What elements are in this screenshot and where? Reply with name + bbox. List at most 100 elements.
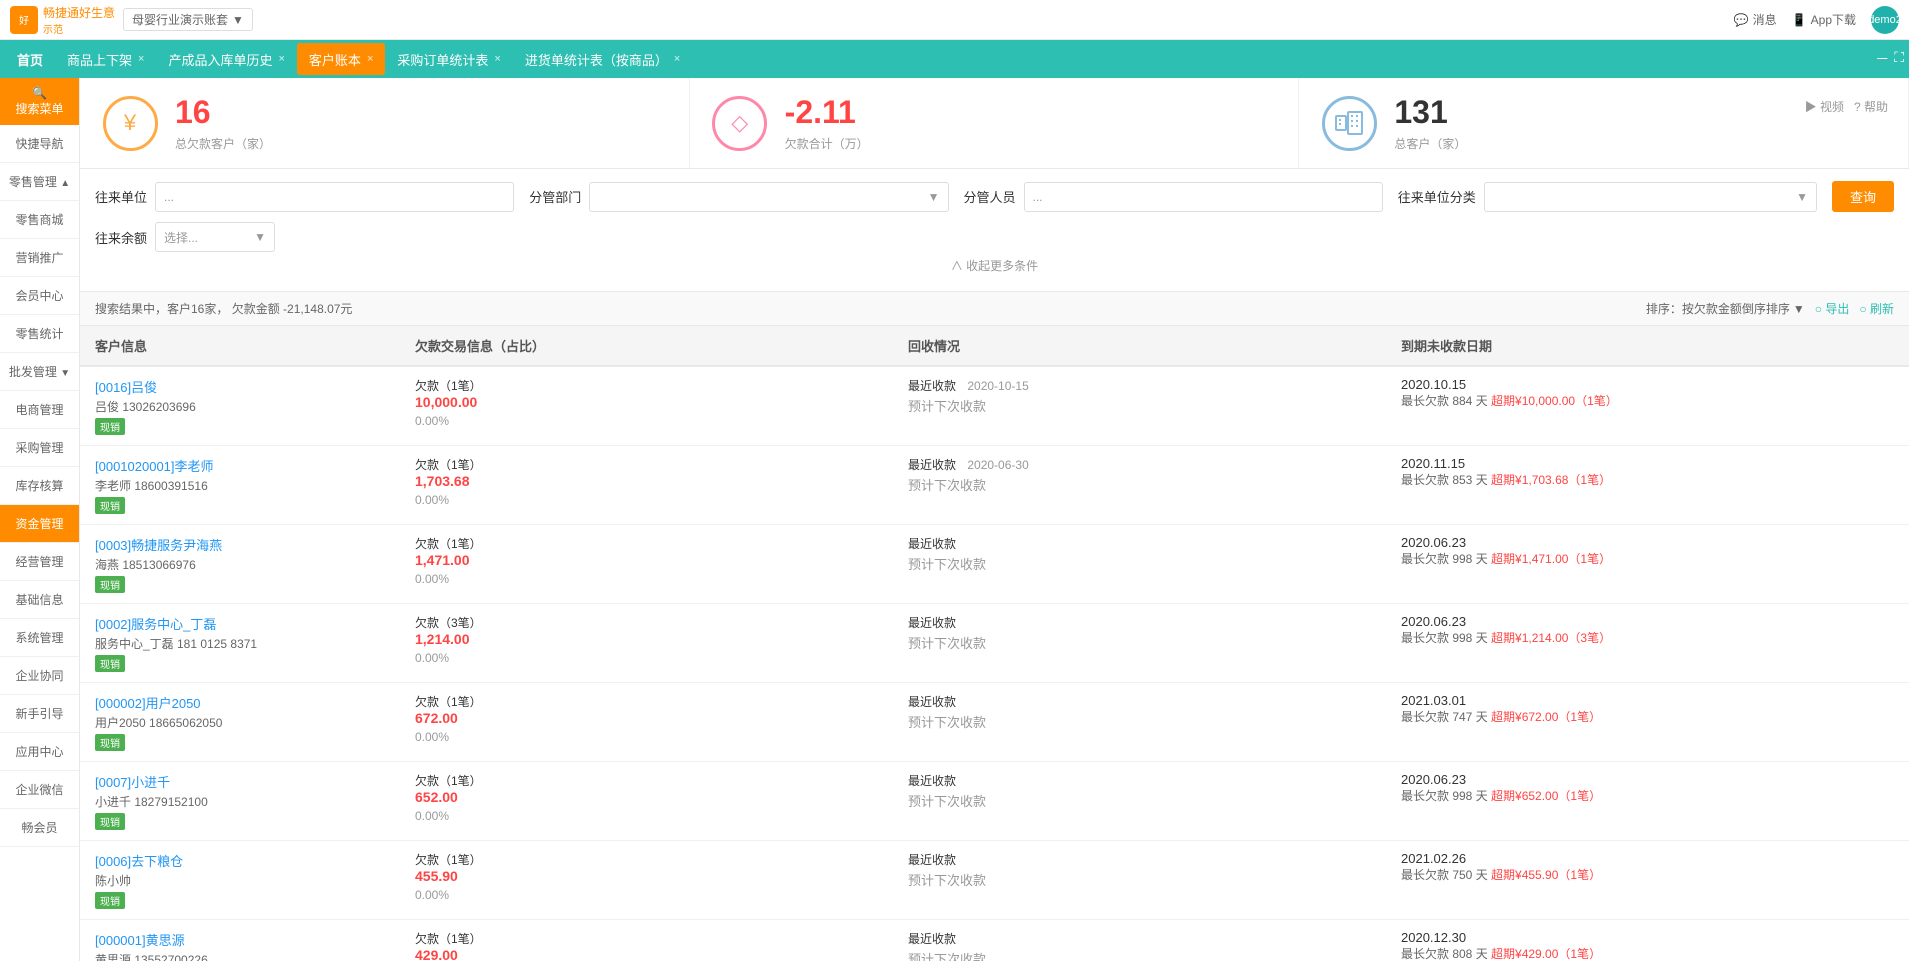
overdue-amount[interactable]: 超期¥10,000.00（1笔）: [1491, 394, 1618, 408]
store-selector[interactable]: 母婴行业演示账套 ▼: [123, 8, 253, 31]
close-icon[interactable]: ×: [494, 53, 500, 65]
table-container: 客户信息 欠款交易信息（占比） 回收情况 到期未收款日期 [0016]吕俊 吕俊…: [80, 326, 1909, 961]
chevron-down-icon: ▼: [1796, 190, 1808, 204]
avatar[interactable]: demo2: [1871, 6, 1899, 34]
sidebar-item-app-center[interactable]: 应用中心: [0, 733, 79, 771]
sidebar-item-base-info[interactable]: 基础信息: [0, 581, 79, 619]
collection-next: 预计下次收款: [908, 949, 1401, 961]
tab-purchase[interactable]: 采购订单统计表 ×: [385, 43, 512, 75]
sidebar-item-finance[interactable]: 资金管理: [0, 505, 79, 543]
debt-count: 欠款（1笔）: [415, 456, 908, 473]
stat-value-customers: 131: [1394, 94, 1466, 131]
refresh-button[interactable]: ○ 刷新: [1859, 300, 1894, 317]
overdue-days: 最长欠款 884 天 超期¥10,000.00（1笔）: [1401, 392, 1894, 409]
help-label: 帮助: [1864, 100, 1888, 114]
overdue-amount[interactable]: 超期¥1,214.00（3笔）: [1491, 631, 1611, 645]
sidebar-item-quick-nav[interactable]: 快捷导航: [0, 125, 79, 163]
sidebar-search[interactable]: 🔍 搜索菜单: [0, 78, 79, 125]
export-button[interactable]: ○ 导出: [1815, 300, 1850, 317]
collection-label: 最近收款: [908, 774, 956, 788]
customer-name[interactable]: [0002]服务中心_丁磊: [95, 614, 415, 633]
sidebar-item-system[interactable]: 系统管理: [0, 619, 79, 657]
table-row: [0006]去下粮仓 陈小帅 现销 欠款（1笔） 455.90 0.00% 最近…: [80, 841, 1909, 920]
sidebar-item-batch-mgmt[interactable]: 批发管理 ▼: [0, 353, 79, 391]
unit-type-select[interactable]: ▼: [1484, 182, 1817, 212]
overdue-amount[interactable]: 超期¥1,703.68（1笔）: [1491, 473, 1611, 487]
source-unit-input[interactable]: ...: [155, 182, 514, 212]
download-icon: 📱: [1792, 13, 1807, 27]
customer-name[interactable]: [0007]小进千: [95, 772, 415, 791]
debt-amount: 1,471.00: [415, 552, 908, 568]
customer-name[interactable]: [000002]用户2050: [95, 693, 415, 712]
app-download-btn[interactable]: 📱 App下载: [1792, 11, 1856, 28]
results-right: 排序：按欠款金额倒序排序 ▼ ○ 导出 ○ 刷新: [1646, 300, 1894, 317]
collection-next: 预计下次收款: [908, 554, 1401, 573]
sidebar-item-member[interactable]: 会员中心: [0, 277, 79, 315]
due-date: 2020.06.23: [1401, 772, 1894, 787]
balance-select[interactable]: 选择... ▼: [155, 222, 275, 252]
sidebar-item-newbie[interactable]: 新手引导: [0, 695, 79, 733]
layout: 🔍 搜索菜单 快捷导航 零售管理 ▲ 零售商城 营销推广 会员中心 零售统计 批…: [0, 78, 1909, 961]
query-button[interactable]: 查询: [1832, 181, 1894, 212]
debt-count: 欠款（3笔）: [415, 614, 908, 631]
overdue-amount[interactable]: 超期¥1,471.00（1笔）: [1491, 552, 1611, 566]
tab-stock[interactable]: 进货单统计表（按商品） ×: [513, 43, 692, 75]
minimize-icon[interactable]: －: [1875, 49, 1889, 69]
overdue-amount[interactable]: 超期¥429.00（1笔）: [1491, 947, 1601, 961]
tab-produce[interactable]: 产成品入库单历史 ×: [156, 43, 296, 75]
customer-tag: 现销: [95, 892, 125, 909]
collapse-bar[interactable]: ∧ 收起更多条件: [95, 252, 1894, 279]
debt-count: 欠款（1笔）: [415, 772, 908, 789]
person-input[interactable]: ...: [1024, 182, 1383, 212]
help-btn[interactable]: ? 帮助: [1854, 98, 1888, 115]
sidebar-item-inventory[interactable]: 库存核算: [0, 467, 79, 505]
top-left: 好 畅捷通好生意 示范 母婴行业演示账套 ▼: [10, 4, 253, 36]
sidebar-item-marketing[interactable]: 营销推广: [0, 239, 79, 277]
close-icon[interactable]: ×: [674, 53, 680, 65]
message-btn[interactable]: 💬 消息: [1734, 11, 1777, 28]
close-icon[interactable]: ×: [278, 53, 284, 65]
tab-goods[interactable]: 商品上下架 ×: [55, 43, 156, 75]
dept-select[interactable]: ▼: [589, 182, 948, 212]
debt-percent: 0.00%: [415, 651, 908, 665]
debt-amount: 652.00: [415, 789, 908, 805]
sidebar-item-retail-store[interactable]: 零售商城: [0, 201, 79, 239]
sidebar: 🔍 搜索菜单 快捷导航 零售管理 ▲ 零售商城 营销推广 会员中心 零售统计 批…: [0, 78, 80, 961]
collection-info: 最近收款 2020-10-15: [908, 377, 1401, 394]
chevron-icon: ▲: [60, 178, 70, 189]
customer-name[interactable]: [0003]畅捷服务尹海燕: [95, 535, 415, 554]
sidebar-item-vip[interactable]: 畅会员: [0, 809, 79, 847]
customer-name[interactable]: [000001]黄思源: [95, 930, 415, 949]
overdue-days: 最长欠款 998 天 超期¥1,214.00（3笔）: [1401, 629, 1894, 646]
debt-amount: 1,703.68: [415, 473, 908, 489]
sidebar-item-retail-mgmt[interactable]: 零售管理 ▲: [0, 163, 79, 201]
close-icon[interactable]: ×: [367, 53, 373, 65]
refresh-icon: ○: [1859, 302, 1866, 316]
tab-customer[interactable]: 客户账本 ×: [297, 43, 385, 75]
sidebar-item-label: 新手引导: [15, 707, 63, 721]
chevron-icon: ▼: [60, 368, 70, 379]
customer-name[interactable]: [0006]去下粮仓: [95, 851, 415, 870]
overdue-amount[interactable]: 超期¥652.00（1笔）: [1491, 789, 1601, 803]
sort-button[interactable]: 排序：按欠款金额倒序排序 ▼: [1646, 300, 1805, 317]
maximize-icon[interactable]: ⛶: [1894, 49, 1904, 69]
customer-name[interactable]: [0016]吕俊: [95, 377, 415, 396]
sidebar-item-label: 采购管理: [15, 441, 63, 455]
due-cell: 2020.06.23 最长欠款 998 天 超期¥1,471.00（1笔）: [1401, 535, 1894, 567]
sidebar-item-ecom[interactable]: 电商管理: [0, 391, 79, 429]
total-icon-circle: ◇: [712, 96, 767, 151]
sidebar-item-enterprise[interactable]: 企业协同: [0, 657, 79, 695]
sidebar-item-weixin[interactable]: 企业微信: [0, 771, 79, 809]
sidebar-item-operation[interactable]: 经营管理: [0, 543, 79, 581]
sidebar-item-purchase-mgmt[interactable]: 采购管理: [0, 429, 79, 467]
overdue-amount[interactable]: 超期¥672.00（1笔）: [1491, 710, 1601, 724]
overdue-amount[interactable]: 超期¥455.90（1笔）: [1491, 868, 1601, 882]
video-btn[interactable]: ▶ 视频: [1805, 98, 1844, 115]
collection-info: 最近收款: [908, 851, 1401, 868]
tab-home[interactable]: 首页: [5, 43, 55, 75]
close-icon[interactable]: ×: [138, 53, 144, 65]
stat-icon-customers: [1319, 93, 1379, 153]
customer-name[interactable]: [0001020001]李老师: [95, 456, 415, 475]
sidebar-item-retail-stats[interactable]: 零售统计: [0, 315, 79, 353]
due-cell: 2020.06.23 最长欠款 998 天 超期¥652.00（1笔）: [1401, 772, 1894, 804]
